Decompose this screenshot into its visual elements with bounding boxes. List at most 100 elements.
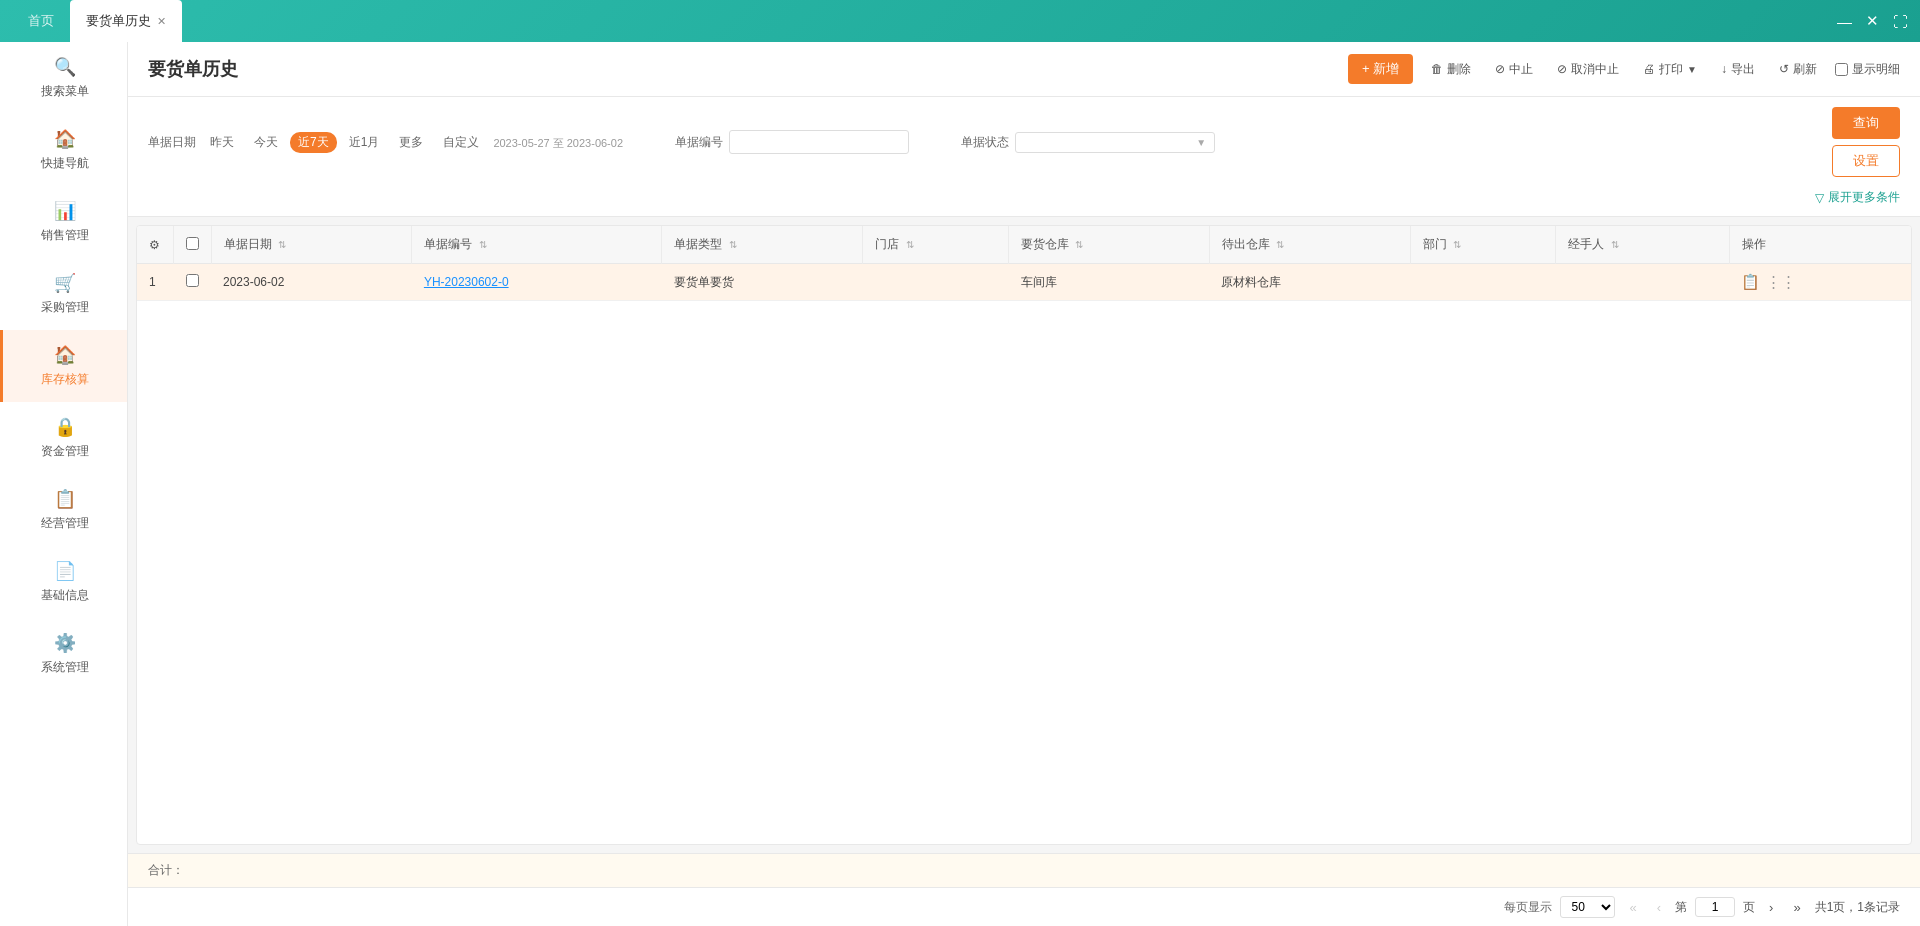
close-icon[interactable]: ✕ [1866, 12, 1879, 30]
total-info: 共1页，1条记录 [1815, 899, 1900, 916]
sort-icon-dept: ⇅ [1453, 239, 1461, 250]
display-detail-checkbox[interactable] [1835, 63, 1848, 76]
stop-button[interactable]: ⊘ 中止 [1489, 57, 1539, 82]
th-store[interactable]: 门店 ⇅ [863, 226, 1009, 264]
settings-button[interactable]: 设置 [1832, 145, 1900, 177]
th-doc-date[interactable]: 单据日期 ⇅ [211, 226, 412, 264]
inventory-icon: 🏠 [54, 344, 76, 366]
print-button[interactable]: 🖨 打印 ▼ [1637, 57, 1703, 82]
sidebar-item-quick-nav[interactable]: 🏠 快捷导航 [0, 114, 127, 186]
sidebar-item-label: 搜索菜单 [41, 83, 89, 100]
refresh-button[interactable]: ↺ 刷新 [1773, 57, 1823, 82]
expand-more-btn[interactable]: ▽ 展开更多条件 [1815, 189, 1900, 206]
th-checkbox [173, 226, 211, 264]
cancel-stop-icon: ⊘ [1557, 62, 1567, 76]
filter-bar: 单据日期 昨天 今天 近7天 近1月 更多 自定义 2023-05-27 至 2… [128, 97, 1920, 217]
td-doc-num: YH-20230602-0 [412, 264, 662, 301]
sort-icon-doc-type: ⇅ [729, 239, 737, 250]
display-detail-label: 显示明细 [1852, 61, 1900, 78]
doc-num-link[interactable]: YH-20230602-0 [424, 275, 509, 289]
table-footer: 合计： [128, 853, 1920, 887]
sidebar-item-label: 基础信息 [41, 587, 89, 604]
next-page-button[interactable]: › [1763, 898, 1779, 917]
td-store [863, 264, 1009, 301]
filter-row2: ▽ 展开更多条件 [148, 189, 1900, 206]
doc-num-input[interactable] [729, 130, 909, 154]
th-doc-type-label: 单据类型 [674, 237, 722, 251]
export-button-label: 导出 [1731, 61, 1755, 78]
close-tab-icon[interactable]: ✕ [157, 15, 166, 28]
tab-history[interactable]: 要货单历史 ✕ [70, 0, 182, 42]
settings-icon[interactable]: ⚙ [149, 238, 160, 252]
date-filter-label: 单据日期 [148, 134, 196, 151]
date-chip-1month[interactable]: 近1月 [341, 132, 388, 153]
tab-history-label: 要货单历史 [86, 12, 151, 30]
date-chip-yesterday[interactable]: 昨天 [202, 132, 242, 153]
row-checkbox[interactable] [186, 274, 199, 287]
sidebar-item-basic-info[interactable]: 📄 基础信息 [0, 546, 127, 618]
maximize-icon[interactable]: ⛶ [1893, 13, 1908, 30]
th-req-warehouse[interactable]: 要货仓库 ⇅ [1009, 226, 1210, 264]
sidebar-item-label: 资金管理 [41, 443, 89, 460]
export-button[interactable]: ↓ 导出 [1715, 57, 1761, 82]
sidebar-item-system[interactable]: ⚙️ 系统管理 [0, 618, 127, 690]
minimize-icon[interactable]: — [1837, 13, 1852, 30]
page-size-select[interactable]: 50 100 200 [1560, 896, 1615, 918]
date-chip-7days[interactable]: 近7天 [290, 132, 337, 153]
th-doc-type[interactable]: 单据类型 ⇅ [662, 226, 863, 264]
tab-home-label: 首页 [28, 12, 54, 30]
main-content: 要货单历史 + 新增 🗑 删除 ⊘ 中止 ⊘ 取消中止 [128, 42, 1920, 926]
prev-page-button[interactable]: ‹ [1651, 898, 1667, 917]
sort-icon-store: ⇅ [906, 239, 914, 250]
quick-nav-icon: 🏠 [54, 128, 76, 150]
date-chip-more[interactable]: 更多 [391, 132, 431, 153]
display-detail-toggle[interactable]: 显示明细 [1835, 61, 1900, 78]
doc-num-label: 单据编号 [675, 134, 723, 151]
new-button[interactable]: + 新增 [1348, 54, 1413, 84]
system-icon: ⚙️ [54, 632, 76, 654]
th-store-label: 门店 [875, 237, 899, 251]
date-filter-group: 单据日期 昨天 今天 近7天 近1月 更多 自定义 2023-05-27 至 2… [148, 132, 623, 153]
window-controls: — ✕ ⛶ [1837, 12, 1908, 30]
toolbar: + 新增 🗑 删除 ⊘ 中止 ⊘ 取消中止 🖨 [1348, 54, 1900, 84]
th-dept[interactable]: 部门 ⇅ [1410, 226, 1556, 264]
sidebar-item-inventory[interactable]: 🏠 库存核算 [0, 330, 127, 402]
sidebar-item-operations[interactable]: 📋 经营管理 [0, 474, 127, 546]
status-select[interactable]: ▼ [1015, 132, 1215, 153]
th-handler[interactable]: 经手人 ⇅ [1556, 226, 1729, 264]
pagination-bar: 每页显示 50 100 200 « ‹ 第 页 › » 共1页，1条记录 [128, 887, 1920, 926]
page-size-label: 每页显示 [1504, 899, 1552, 916]
th-handler-label: 经手人 [1568, 237, 1604, 251]
page-title: 要货单历史 [148, 57, 238, 81]
page-number-input[interactable] [1695, 897, 1735, 917]
sort-icon-doc-num: ⇅ [479, 239, 487, 250]
footer-total-label: 合计： [148, 862, 184, 879]
sidebar-item-sales[interactable]: 📊 销售管理 [0, 186, 127, 258]
select-all-checkbox[interactable] [186, 237, 199, 250]
export-icon: ↓ [1721, 62, 1727, 76]
first-page-button[interactable]: « [1623, 898, 1642, 917]
sidebar-item-purchase[interactable]: 🛒 采购管理 [0, 258, 127, 330]
last-page-button[interactable]: » [1787, 898, 1806, 917]
date-chip-custom[interactable]: 自定义 [435, 132, 487, 153]
tab-home[interactable]: 首页 [12, 0, 70, 42]
th-dept-label: 部门 [1423, 237, 1447, 251]
cancel-stop-button[interactable]: ⊘ 取消中止 [1551, 57, 1625, 82]
sidebar-item-label: 销售管理 [41, 227, 89, 244]
th-pending-warehouse[interactable]: 待出仓库 ⇅ [1209, 226, 1410, 264]
delete-button[interactable]: 🗑 删除 [1425, 57, 1477, 82]
sidebar-item-search-menu[interactable]: 🔍 搜索菜单 [0, 42, 127, 114]
row-more-icon[interactable]: ⋮⋮ [1766, 273, 1796, 291]
th-settings[interactable]: ⚙ [137, 226, 173, 264]
operations-icon: 📋 [54, 488, 76, 510]
th-doc-num[interactable]: 单据编号 ⇅ [412, 226, 662, 264]
sidebar-item-finance[interactable]: 🔒 资金管理 [0, 402, 127, 474]
search-menu-icon: 🔍 [54, 56, 76, 78]
query-button[interactable]: 查询 [1832, 107, 1900, 139]
date-chip-today[interactable]: 今天 [246, 132, 286, 153]
purchase-icon: 🛒 [54, 272, 76, 294]
sort-icon-handler: ⇅ [1611, 239, 1619, 250]
delete-button-label: 删除 [1447, 61, 1471, 78]
row-view-icon[interactable]: 📋 [1741, 273, 1760, 291]
table-row[interactable]: 1 2023-06-02 YH-20230602-0 要货单要货 车间库 原材料… [137, 264, 1911, 301]
